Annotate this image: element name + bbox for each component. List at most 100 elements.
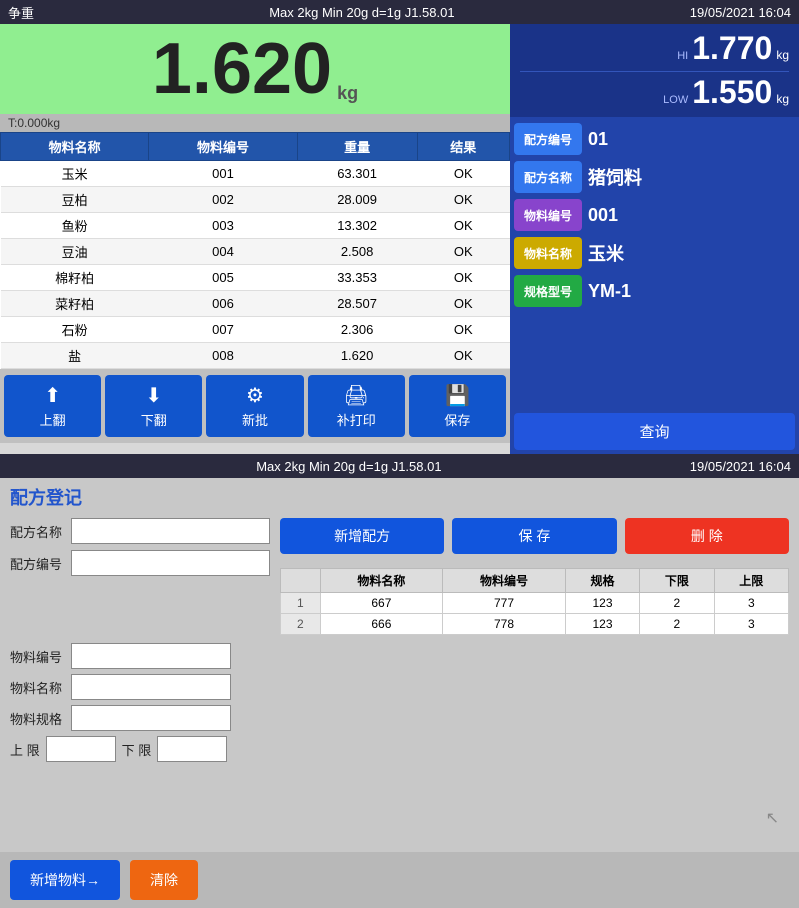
formula-code-form-row: 配方编号 <box>10 550 270 576</box>
bottom-header-right: 19/05/2021 16:04 <box>690 459 791 474</box>
tare-value: T:0.000kg <box>8 116 60 130</box>
formula-code-value: 01 <box>588 129 608 150</box>
cell-name: 盐 <box>1 343 149 369</box>
formula-name-input[interactable] <box>71 518 270 544</box>
top-header-right: 19/05/2021 16:04 <box>690 5 791 20</box>
formula-code-label: 配方编号 <box>514 123 582 155</box>
cell-weight: 28.507 <box>297 291 417 317</box>
material-spec-extra-input[interactable] <box>71 705 231 731</box>
small-col-mat-name: 物料名称 <box>320 569 443 593</box>
cell-name: 棉籽柏 <box>1 265 149 291</box>
cell-weight: 1.620 <box>297 343 417 369</box>
col-header-code: 物料编号 <box>149 133 297 161</box>
delete-btn[interactable]: 删 除 <box>625 518 789 554</box>
hi-low-divider <box>520 71 789 72</box>
cell-name: 石粉 <box>1 317 149 343</box>
cell-mat-code: 778 <box>443 614 566 635</box>
cell-name: 豆柏 <box>1 187 149 213</box>
tare-row: T:0.000kg <box>0 114 510 132</box>
table-row: 菜籽柏 006 28.507 OK <box>1 291 510 317</box>
col-header-name: 物料名称 <box>1 133 149 161</box>
cell-upper: 3 <box>714 593 788 614</box>
form-left: 配方名称 配方编号 <box>10 518 270 635</box>
material-code-extra-row: 物料编号 <box>10 643 789 669</box>
cell-spec: 123 <box>565 593 639 614</box>
cell-mat-name: 667 <box>320 593 443 614</box>
formula-name-label: 配方名称 <box>514 161 582 193</box>
table-row: 豆油 004 2.508 OK <box>1 239 510 265</box>
formula-name-value: 猪饲料 <box>588 164 642 190</box>
cell-code: 003 <box>149 213 297 239</box>
upper-label: 上 限 <box>10 740 40 759</box>
lower-input[interactable] <box>157 736 227 762</box>
formula-code-form-label: 配方编号 <box>10 554 65 573</box>
hi-value-row: HI 1.770 kg <box>520 30 789 67</box>
cell-result: OK <box>417 265 509 291</box>
low-label: LOW <box>663 94 688 106</box>
down-icon: ⬇ <box>145 383 162 408</box>
limit-row: 上 限 下 限 <box>10 736 789 762</box>
cell-upper: 3 <box>714 614 788 635</box>
small-col-upper: 上限 <box>714 569 788 593</box>
cell-lower: 2 <box>640 593 714 614</box>
query-btn[interactable]: 查询 <box>514 413 795 450</box>
weight-big-display: 1.620 kg <box>0 24 510 114</box>
info-rows: 配方编号 01 配方名称 猪饲料 物料编号 001 物料名称 玉米 规格型号 <box>510 117 799 409</box>
material-name-extra-row: 物料名称 <box>10 674 789 700</box>
add-material-btn[interactable]: 新增物料→ <box>10 860 120 900</box>
down-label: 下翻 <box>141 410 167 429</box>
cursor-indicator: ↖ <box>766 808 779 828</box>
low-value: 1.550 <box>692 74 772 111</box>
material-spec-extra-label: 物料规格 <box>10 709 65 728</box>
table-row: 玉米 001 63.301 OK <box>1 161 510 187</box>
material-code-extra-input[interactable] <box>71 643 231 669</box>
col-header-weight: 重量 <box>297 133 417 161</box>
cell-code: 005 <box>149 265 297 291</box>
spec-row: 规格型号 YM-1 <box>514 273 795 309</box>
print-icon: 🖨 <box>344 383 369 408</box>
upper-input[interactable] <box>46 736 116 762</box>
cell-code: 004 <box>149 239 297 265</box>
down-btn[interactable]: ⬇ 下翻 <box>105 375 202 437</box>
weight-right: HI 1.770 kg LOW 1.550 kg 配方编号 01 配方名称 <box>510 24 799 454</box>
bottom-header-center: Max 2kg Min 20g d=1g J1.58.01 <box>256 459 441 474</box>
spec-label: 规格型号 <box>514 275 582 307</box>
cell-weight: 63.301 <box>297 161 417 187</box>
weight-unit: kg <box>337 83 358 114</box>
top-panel: 争重 Max 2kg Min 20g d=1g J1.58.01 19/05/2… <box>0 0 799 454</box>
reprint-btn[interactable]: 🖨 补打印 <box>308 375 405 437</box>
material-code-label: 物料编号 <box>514 199 582 231</box>
formula-code-input[interactable] <box>71 550 270 576</box>
cell-result: OK <box>417 239 509 265</box>
bottom-action-bar: 新增物料→ 清除 <box>0 852 799 908</box>
new-batch-label: 新批 <box>242 410 268 429</box>
cell-name: 鱼粉 <box>1 213 149 239</box>
action-buttons: 新增配方 保 存 删 除 <box>280 518 789 554</box>
hi-label: HI <box>677 50 688 62</box>
low-value-row: LOW 1.550 kg <box>520 74 789 111</box>
weight-left: 1.620 kg T:0.000kg 物料名称 物料编号 重量 结果 玉米 <box>0 24 510 454</box>
cell-code: 002 <box>149 187 297 213</box>
material-spec-extra-row: 物料规格 <box>10 705 789 731</box>
new-batch-btn[interactable]: ⚙ 新批 <box>206 375 303 437</box>
bottom-panel: Max 2kg Min 20g d=1g J1.58.01 19/05/2021… <box>0 454 799 908</box>
add-formula-btn[interactable]: 新增配方 <box>280 518 444 554</box>
table-row: 1 667 777 123 2 3 <box>281 593 789 614</box>
material-name-extra-input[interactable] <box>71 674 231 700</box>
clear-btn[interactable]: 清除 <box>130 860 198 900</box>
table-row: 石粉 007 2.306 OK <box>1 317 510 343</box>
save-icon: 💾 <box>445 383 470 408</box>
small-table: 物料名称 物料编号 规格 下限 上限 1 667 777 123 2 3 2 6… <box>280 568 789 635</box>
cell-weight: 2.508 <box>297 239 417 265</box>
spec-value: YM-1 <box>588 281 631 302</box>
table-row: 盐 008 1.620 OK <box>1 343 510 369</box>
bottom-save-btn[interactable]: 保 存 <box>452 518 616 554</box>
up-btn[interactable]: ⬆ 上翻 <box>4 375 101 437</box>
cell-weight: 28.009 <box>297 187 417 213</box>
table-row: 棉籽柏 005 33.353 OK <box>1 265 510 291</box>
hi-value: 1.770 <box>692 30 772 67</box>
hi-unit: kg <box>776 48 789 62</box>
save-btn[interactable]: 💾 保存 <box>409 375 506 437</box>
cell-name: 菜籽柏 <box>1 291 149 317</box>
cell-num: 1 <box>281 593 321 614</box>
